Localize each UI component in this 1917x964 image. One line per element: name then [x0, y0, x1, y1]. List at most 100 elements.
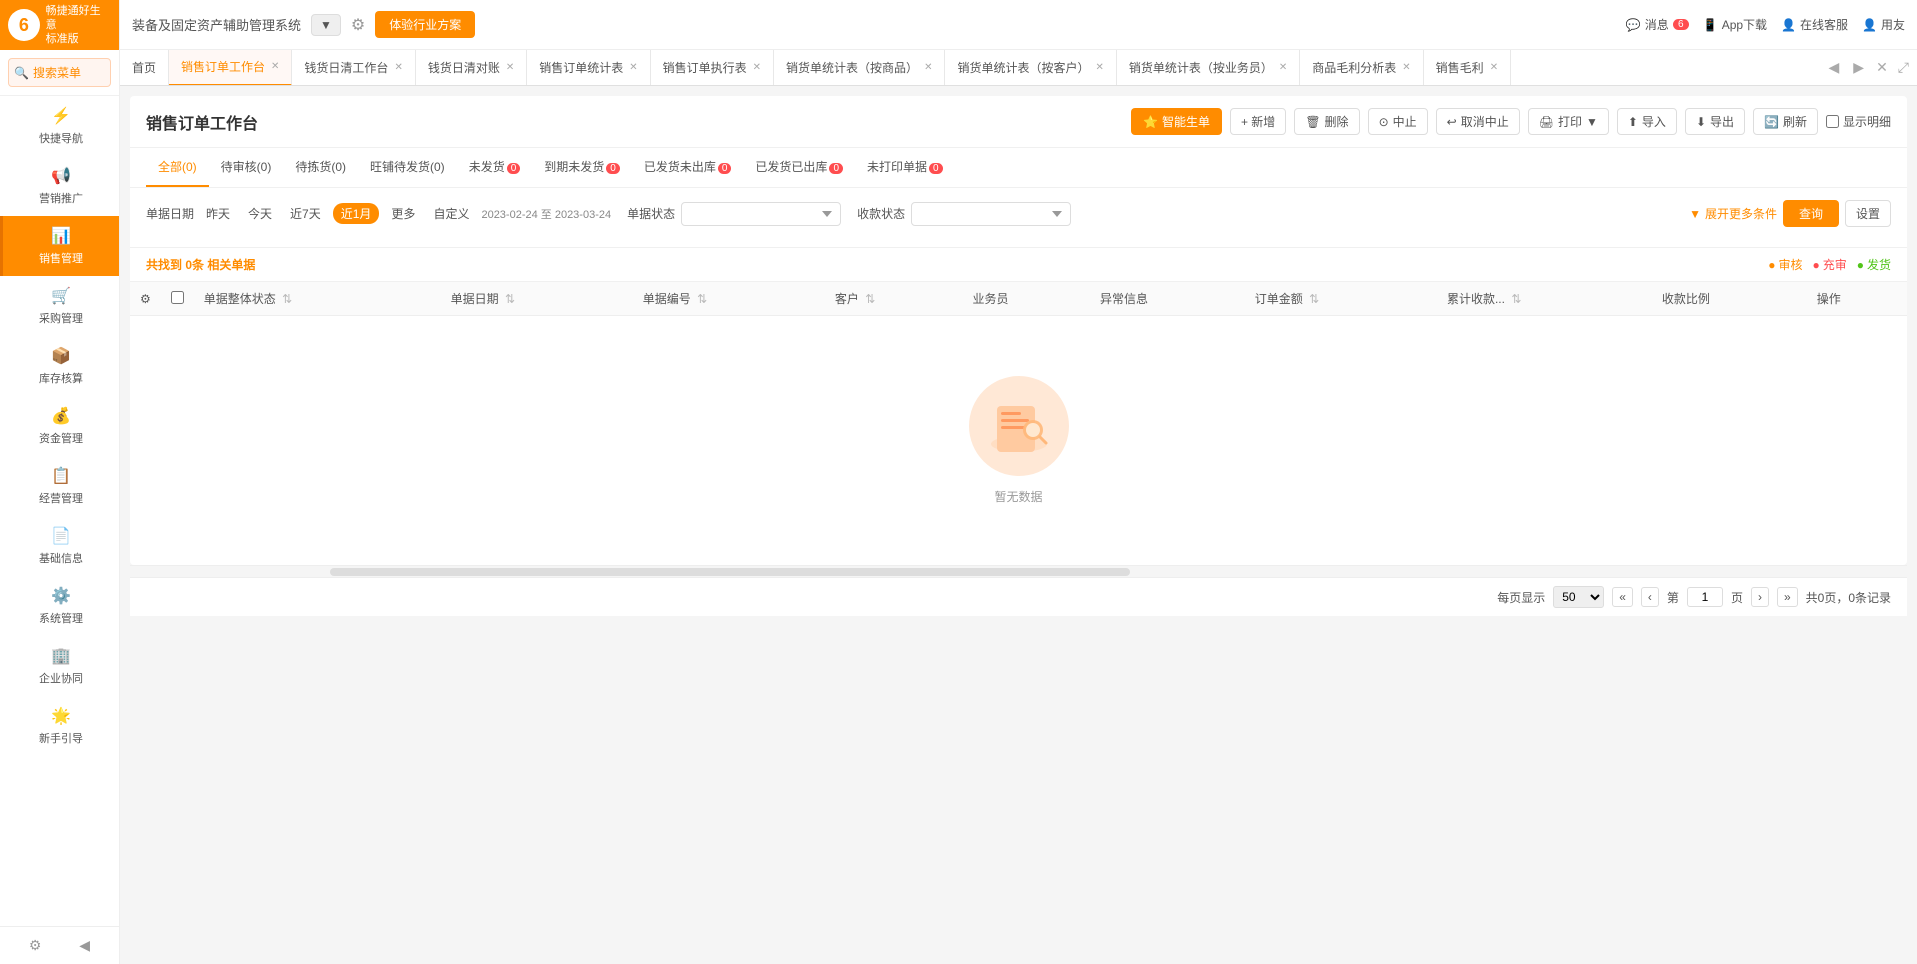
filter-tab-not-printed[interactable]: 未打印单据0 — [855, 148, 955, 187]
tabs-maximize[interactable]: ⤢ — [1894, 57, 1913, 78]
topbar-right: 💬 消息 6 📱 App下载 👤 在线客服 👤 用友 — [1626, 16, 1905, 33]
tab-close-goods-stats-product[interactable]: ✕ — [924, 62, 932, 73]
solution-button[interactable]: 体验行业方案 — [375, 11, 475, 38]
filter-tab-wangpu[interactable]: 旺铺待发货(0) — [358, 148, 457, 187]
tab-close-sales-profit[interactable]: ✕ — [1490, 62, 1498, 73]
online-service-button[interactable]: 👤 在线客服 — [1781, 16, 1848, 33]
tab-goods-stats-product[interactable]: 销货单统计表（按商品） ✕ — [774, 50, 945, 86]
tab-cash-reconcile[interactable]: 钱货日清对账 ✕ — [416, 50, 527, 86]
filter-tab-not-shipped[interactable]: 未发货0 — [457, 148, 533, 187]
app-download-button[interactable]: 📱 App下载 — [1703, 16, 1767, 33]
system-dropdown[interactable]: ▼ — [311, 14, 341, 36]
per-page-select[interactable]: 50 10 20 100 — [1553, 586, 1604, 608]
filter-tab-all[interactable]: 全部(0) — [146, 148, 209, 187]
scrollbar-thumb[interactable] — [330, 568, 1130, 576]
col-sales[interactable]: 业务员 — [962, 282, 1090, 316]
tab-close-goods-stats-customer[interactable]: ✕ — [1095, 62, 1103, 73]
select-all-checkbox[interactable] — [171, 291, 184, 304]
tabs-scroll-left[interactable]: ◀ — [1823, 59, 1846, 76]
next-page-button[interactable]: › — [1751, 587, 1769, 607]
filter-tab-shipped-not-out[interactable]: 已发货未出库0 — [632, 148, 744, 187]
sidebar-search-area: 🔍 搜索菜单 — [0, 50, 119, 96]
settings-button[interactable]: 设置 — [1845, 200, 1891, 227]
tabs-scroll-right[interactable]: ▶ — [1847, 59, 1870, 76]
col-status[interactable]: 单据整体状态 ⇅ — [194, 282, 441, 316]
cancel-review-button[interactable]: ● 充审 — [1812, 256, 1846, 273]
search-menu-button[interactable]: 🔍 搜索菜单 — [8, 58, 111, 87]
ship-button[interactable]: ● 发货 — [1857, 256, 1891, 273]
smart-generate-button[interactable]: ⭐ 智能生单 — [1131, 108, 1222, 135]
tab-close-goods-margin[interactable]: ✕ — [1402, 62, 1410, 73]
date-opt-more[interactable]: 更多 — [385, 203, 421, 224]
print-button[interactable]: 🖨 打印 ▼ — [1528, 108, 1609, 135]
filter-tab-pending-inspect[interactable]: 待拣货(0) — [283, 148, 358, 187]
sidebar-item-operations[interactable]: 📋 经营管理 — [0, 456, 119, 516]
collapse-sidebar-button[interactable]: ◀ — [79, 937, 90, 954]
filter-tab-pending-review[interactable]: 待审核(0) — [209, 148, 284, 187]
date-opt-last1m[interactable]: 近1月 — [333, 203, 380, 224]
tab-sales-stats[interactable]: 销售订单统计表 ✕ — [527, 50, 650, 86]
first-page-button[interactable]: « — [1612, 587, 1633, 607]
delete-button[interactable]: 🗑 删除 — [1294, 108, 1359, 135]
sidebar-item-finance[interactable]: 💰 资金管理 — [0, 396, 119, 456]
tab-sales-exec[interactable]: 销售订单执行表 ✕ — [651, 50, 774, 86]
stop-button[interactable]: ⊙ 中止 — [1368, 108, 1428, 135]
query-button[interactable]: 查询 — [1783, 200, 1839, 227]
show-details-checkbox[interactable]: 显示明细 — [1826, 113, 1891, 130]
sidebar-item-enterprise[interactable]: 🏢 企业协同 — [0, 636, 119, 696]
date-opt-yesterday[interactable]: 昨天 — [200, 203, 236, 224]
col-customer[interactable]: 客户 ⇅ — [825, 282, 963, 316]
filter-tabs: 全部(0) 待审核(0) 待拣货(0) 旺铺待发货(0) 未发货0 到期未发货0… — [130, 148, 1907, 188]
import-button[interactable]: ⬆ 导入 — [1617, 108, 1677, 135]
tab-close-goods-stats-sales[interactable]: ✕ — [1279, 62, 1287, 73]
tab-close-cash-reconcile[interactable]: ✕ — [506, 62, 514, 73]
user-menu-button[interactable]: 👤 用友 — [1862, 16, 1905, 33]
export-button[interactable]: ⬇ 导出 — [1685, 108, 1745, 135]
page-input[interactable] — [1687, 587, 1723, 607]
tab-sales-workbench[interactable]: 销售订单工作台 ✕ — [169, 50, 292, 86]
col-collected[interactable]: 累计收款... ⇅ — [1437, 282, 1652, 316]
expand-conditions-button[interactable]: ▼ 展开更多条件 — [1689, 205, 1777, 222]
tab-close-sales-stats[interactable]: ✕ — [629, 62, 637, 73]
col-date[interactable]: 单据日期 ⇅ — [441, 282, 633, 316]
col-amount[interactable]: 订单金额 ⇅ — [1245, 282, 1437, 316]
message-button[interactable]: 💬 消息 6 — [1626, 16, 1689, 33]
date-opt-custom[interactable]: 自定义 — [427, 203, 475, 224]
date-opt-last7[interactable]: 近7天 — [284, 203, 327, 224]
col-number[interactable]: 单据编号 ⇅ — [633, 282, 825, 316]
sidebar-item-quick[interactable]: ⚡ 快捷导航 — [0, 96, 119, 156]
prev-page-button[interactable]: ‹ — [1641, 587, 1659, 607]
filter-tab-shipped-out[interactable]: 已发货已出库0 — [743, 148, 855, 187]
tabs-close-all[interactable]: ✕ — [1872, 57, 1892, 78]
sidebar-item-inventory[interactable]: 📦 库存核算 — [0, 336, 119, 396]
last-page-button[interactable]: » — [1777, 587, 1798, 607]
topbar-settings-icon[interactable]: ⚙ — [351, 15, 365, 35]
tab-goods-margin[interactable]: 商品毛利分析表 ✕ — [1300, 50, 1423, 86]
tab-close-cash-daily[interactable]: ✕ — [394, 62, 402, 73]
refresh-button[interactable]: 🔄 刷新 — [1753, 108, 1818, 135]
tab-sales-profit[interactable]: 销售毛利 ✕ — [1424, 50, 1511, 86]
status-select[interactable] — [681, 202, 841, 226]
tab-close-sales-exec[interactable]: ✕ — [753, 62, 761, 73]
settings-col-icon[interactable]: ⚙ — [140, 292, 151, 306]
tab-cash-daily[interactable]: 钱货日清工作台 ✕ — [292, 50, 415, 86]
sidebar-item-system[interactable]: ⚙️ 系统管理 — [0, 576, 119, 636]
date-opt-today[interactable]: 今天 — [242, 203, 278, 224]
message-badge: 6 — [1673, 19, 1689, 30]
tab-goods-stats-customer[interactable]: 销货单统计表（按客户） ✕ — [945, 50, 1116, 86]
review-button[interactable]: ● 审核 — [1768, 256, 1802, 273]
tab-home[interactable]: 首页 — [120, 50, 169, 86]
new-button[interactable]: + 新增 — [1230, 108, 1286, 135]
sidebar-item-purchase[interactable]: 🛒 采购管理 — [0, 276, 119, 336]
horizontal-scrollbar[interactable] — [130, 565, 1907, 577]
payment-select[interactable] — [911, 202, 1071, 226]
settings-footer-button[interactable]: ⚙ — [29, 937, 42, 954]
cancel-stop-button[interactable]: ↩ 取消中止 — [1436, 108, 1520, 135]
sidebar-item-marketing[interactable]: 📢 营销推广 — [0, 156, 119, 216]
filter-tab-overdue[interactable]: 到期未发货0 — [532, 148, 632, 187]
sidebar-item-basic[interactable]: 📄 基础信息 — [0, 516, 119, 576]
tab-close-sales-workbench[interactable]: ✕ — [271, 61, 279, 72]
sidebar-item-guide[interactable]: 🌟 新手引导 — [0, 696, 119, 756]
sidebar-item-sales[interactable]: 📊 销售管理 — [0, 216, 119, 276]
tab-goods-stats-sales[interactable]: 销货单统计表（按业务员） ✕ — [1117, 50, 1300, 86]
